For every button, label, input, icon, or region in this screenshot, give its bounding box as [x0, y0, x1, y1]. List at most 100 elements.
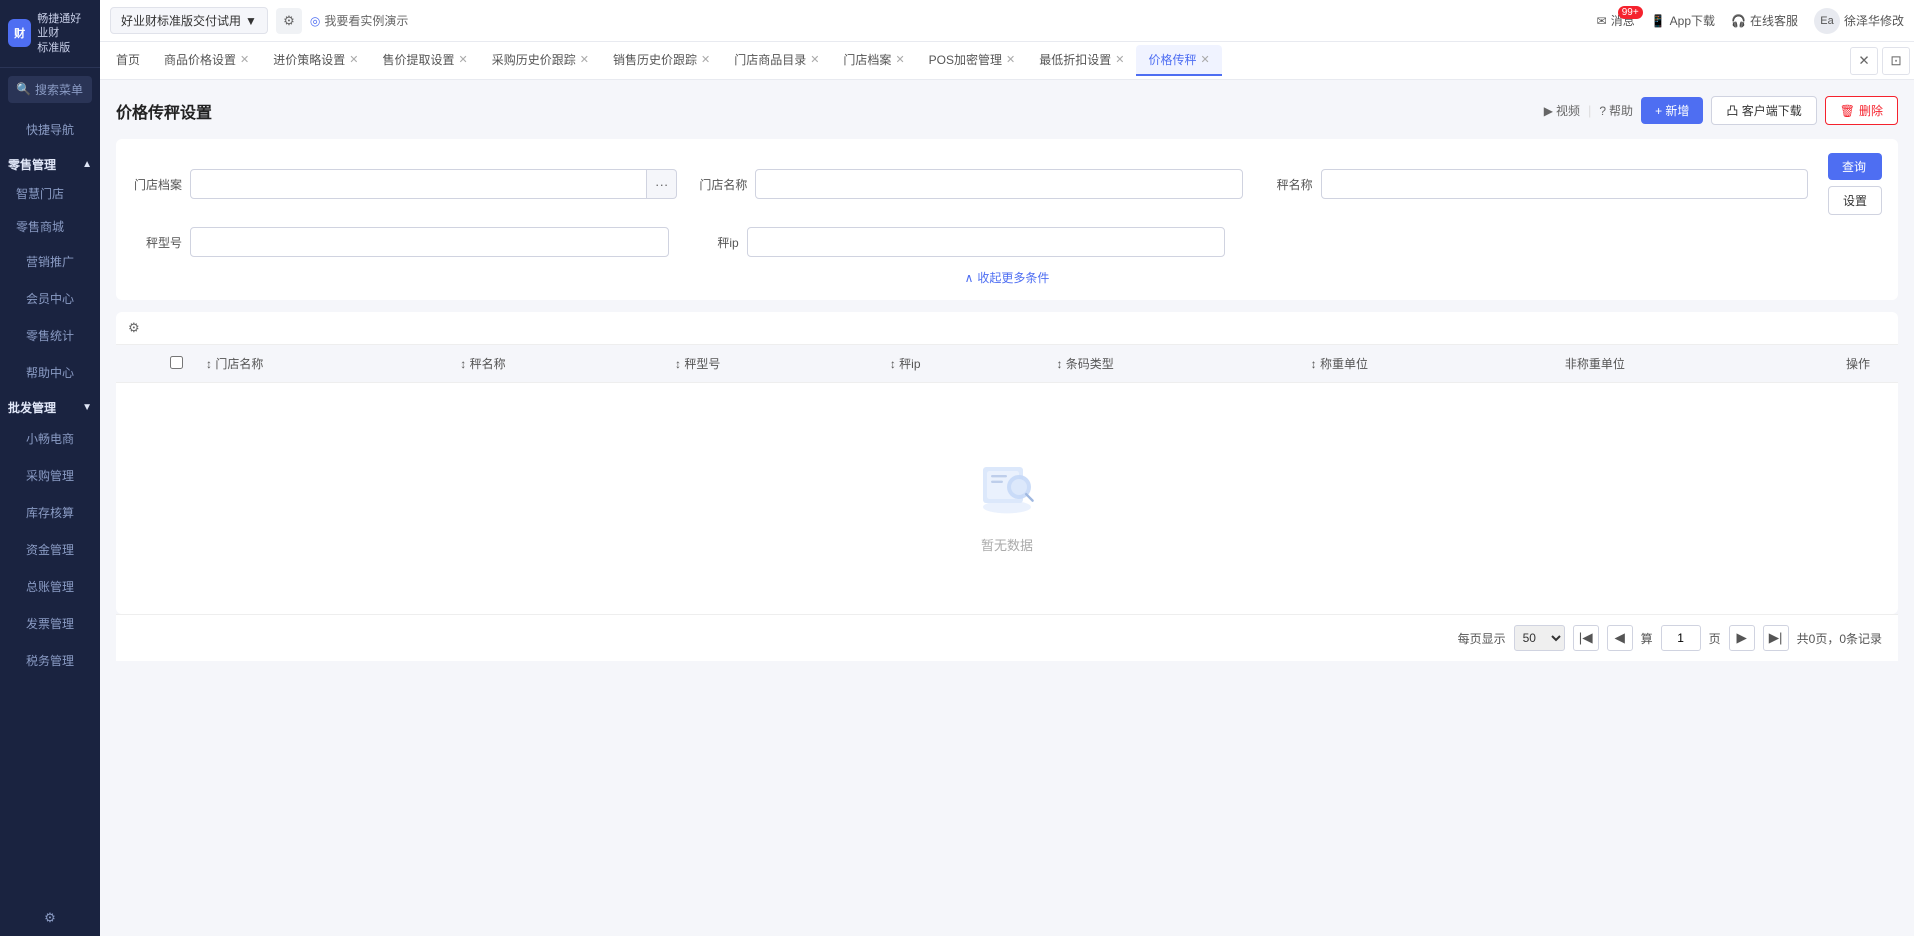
topbar-settings-button[interactable]: ⚙: [276, 8, 302, 34]
app-download-button[interactable]: 📱 App下载: [1651, 12, 1715, 29]
tab-close-price-extract[interactable]: ✕: [459, 53, 468, 66]
col-store-name: ↕ 门店名称: [196, 345, 450, 383]
sidebar-section-wholesale[interactable]: 批发管理 ▼: [0, 391, 100, 420]
scale-name-input[interactable]: [1321, 169, 1808, 199]
empty-state-row: 暂无数据: [116, 383, 1898, 615]
online-service-button[interactable]: 🎧 在线客服: [1731, 12, 1798, 29]
tab-price-extract[interactable]: 售价提取设置 ✕: [370, 45, 479, 76]
messages-badge: 99+: [1618, 6, 1643, 19]
sidebar-item-ledger[interactable]: 总账管理: [0, 568, 100, 605]
scale-model-field: 秤型号: [132, 227, 669, 257]
chevron-down-icon: ▼: [245, 14, 257, 28]
sidebar-item-finance[interactable]: 资金管理: [0, 531, 100, 568]
scale-model-label: 秤型号: [132, 234, 182, 251]
search-menu-button[interactable]: 🔍 搜索菜单: [8, 76, 92, 103]
store-name-input[interactable]: [755, 169, 1242, 199]
store-file-input[interactable]: [190, 169, 647, 199]
table-settings-icon[interactable]: ⚙: [128, 320, 140, 336]
tab-pos-encrypt[interactable]: POS加密管理 ✕: [917, 45, 1028, 76]
add-button[interactable]: + 新增: [1641, 97, 1703, 124]
tab-close-sales-history[interactable]: ✕: [701, 53, 710, 66]
message-icon: ✉: [1597, 14, 1607, 28]
tab-min-discount[interactable]: 最低折扣设置 ✕: [1027, 45, 1136, 76]
tab-purchase-history[interactable]: 采购历史价跟踪 ✕: [480, 45, 601, 76]
app-download-label: App下载: [1670, 12, 1715, 29]
tab-close-min-discount[interactable]: ✕: [1115, 53, 1124, 66]
prev-page-button[interactable]: ◀: [1607, 625, 1633, 651]
tab-product-price[interactable]: 商品价格设置 ✕: [152, 45, 261, 76]
demo-label: 我要看实例演示: [324, 12, 408, 29]
last-page-button[interactable]: ▶|: [1763, 625, 1789, 651]
sidebar-item-retail-stats[interactable]: 零售统计: [0, 317, 100, 354]
per-page-label: 每页显示: [1458, 630, 1506, 647]
video-icon: ▶: [1544, 104, 1553, 118]
sidebar-item-inventory[interactable]: 库存核算: [0, 494, 100, 531]
sidebar-item-invoice[interactable]: 发票管理: [0, 605, 100, 642]
tab-close-store-profile[interactable]: ✕: [895, 53, 904, 66]
sidebar-item-retail-mall[interactable]: 零售商城: [0, 210, 100, 243]
sidebar-item-marketing[interactable]: 营销推广: [0, 243, 100, 280]
per-page-select[interactable]: 50 10 20 100: [1514, 625, 1565, 651]
tab-maximize-button[interactable]: ⊡: [1882, 47, 1910, 75]
version-selector[interactable]: 好业财标准版交付试用 ▼: [110, 7, 268, 34]
tab-close-pos-encrypt[interactable]: ✕: [1006, 53, 1015, 66]
sidebar-item-tax[interactable]: 税务管理: [0, 642, 100, 679]
table-body: 暂无数据: [116, 383, 1898, 615]
collapse-icon: ∧: [965, 271, 974, 285]
search-button[interactable]: 查询: [1828, 153, 1882, 180]
tabbar-actions: ✕ ⊡: [1850, 47, 1910, 75]
select-all-checkbox[interactable]: [170, 356, 183, 369]
sidebar-item-member[interactable]: 会员中心: [0, 280, 100, 317]
help-icon: ?: [1599, 104, 1606, 118]
scale-model-input[interactable]: [190, 227, 669, 257]
demo-link[interactable]: ◎ 我要看实例演示: [310, 12, 409, 29]
tab-close-price-scale[interactable]: ✕: [1200, 53, 1209, 66]
tab-store-catalog[interactable]: 门店商品目录 ✕: [722, 45, 831, 76]
tab-cost-strategy[interactable]: 进价策略设置 ✕: [261, 45, 370, 76]
tab-store-profile[interactable]: 门店档案 ✕: [831, 45, 916, 76]
messages-button[interactable]: ✉ 消息 99+: [1597, 12, 1635, 29]
tab-close-product-price[interactable]: ✕: [240, 53, 249, 66]
page-header: 价格传秤设置 ▶ 视频 | ? 帮助 + 新增 凸 客户端下载 🗑: [116, 96, 1898, 125]
video-link[interactable]: ▶ 视频: [1544, 102, 1580, 119]
table-header-row: ↕ 门店名称 ↕ 秤名称 ↕ 秤型号 ↕ 秤ip ↕ 条码类型: [116, 345, 1898, 383]
sidebar-item-smart-store[interactable]: 智慧门店: [0, 177, 100, 210]
logo-text: 畅捷通好业财标准版: [37, 12, 92, 55]
tab-price-scale[interactable]: 价格传秤 ✕: [1136, 45, 1221, 76]
tab-close-cost-strategy[interactable]: ✕: [349, 53, 358, 66]
help-link[interactable]: ? 帮助: [1599, 102, 1633, 119]
sidebar-settings-button[interactable]: ⚙: [0, 900, 100, 936]
collapse-button[interactable]: ∧ 收起更多条件: [965, 269, 1050, 286]
sidebar-item-purchase[interactable]: 采购管理: [0, 457, 100, 494]
first-page-button[interactable]: |◀: [1573, 625, 1599, 651]
total-label: 共0页，0条记录: [1797, 630, 1882, 647]
delete-button[interactable]: 🗑 删除: [1825, 96, 1898, 125]
tab-sales-history[interactable]: 销售历史价跟踪 ✕: [601, 45, 722, 76]
col-non-weight-unit: 非称重单位: [1555, 345, 1818, 383]
sidebar-item-ecommerce[interactable]: 小畅电商: [0, 420, 100, 457]
sidebar-search-section: 🔍 搜索菜单: [0, 68, 100, 111]
main-content: 好业财标准版交付试用 ▼ ⚙ ◎ 我要看实例演示 ✉ 消息 99+ 📱 App下…: [100, 0, 1914, 936]
download-button[interactable]: 凸 客户端下载: [1711, 96, 1816, 125]
col-scale-ip: ↕ 秤ip: [880, 345, 1047, 383]
tab-close-store-catalog[interactable]: ✕: [810, 53, 819, 66]
tab-close-purchase-history[interactable]: ✕: [580, 53, 589, 66]
col-scale-name: ↕ 秤名称: [450, 345, 665, 383]
store-file-picker-button[interactable]: ···: [647, 169, 677, 199]
sidebar-item-help[interactable]: 帮助中心: [0, 354, 100, 391]
page-number-input[interactable]: [1661, 625, 1701, 651]
next-page-button[interactable]: ▶: [1729, 625, 1755, 651]
scale-name-label: 秤名称: [1263, 176, 1313, 193]
tab-close-current-button[interactable]: ✕: [1850, 47, 1878, 75]
user-profile-button[interactable]: Ea 徐泽华修改: [1814, 8, 1904, 34]
settings-button[interactable]: 设置: [1828, 186, 1882, 215]
scale-ip-input[interactable]: [747, 227, 1226, 257]
download-icon: 📱: [1651, 14, 1666, 28]
tab-home[interactable]: 首页: [104, 45, 152, 76]
empty-state: 暂无数据: [116, 383, 1898, 614]
sidebar-quick-nav[interactable]: 快捷导航: [0, 111, 100, 148]
sidebar-section-retail[interactable]: 零售管理 ▲: [0, 148, 100, 177]
wholesale-arrow: ▼: [82, 402, 92, 413]
col-scale-model: ↕ 秤型号: [665, 345, 880, 383]
settings-icon: ⚙: [44, 910, 56, 926]
